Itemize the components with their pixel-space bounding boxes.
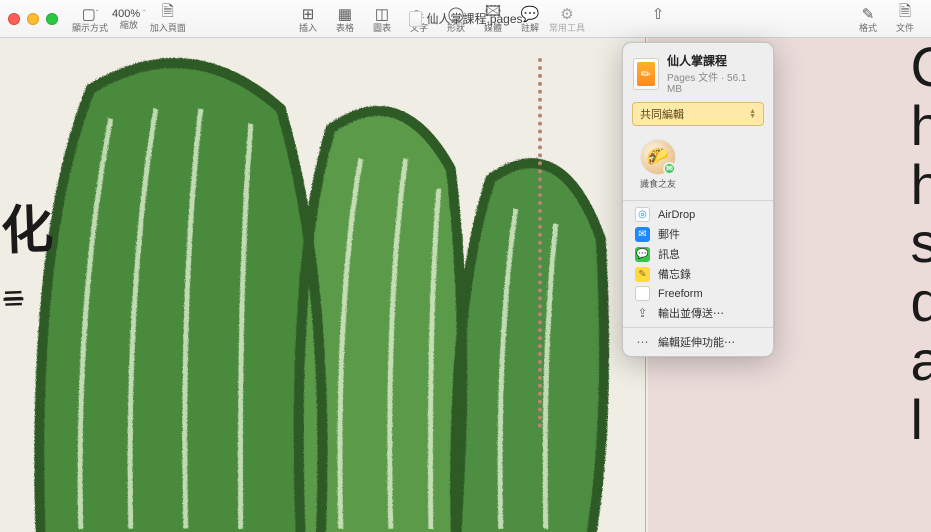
share-item-mail[interactable]: ✉ 郵件 [623,224,773,244]
popover-doc-title: 仙人掌課程 [667,52,763,69]
document-pane-icon: 🗎 [899,5,911,23]
gear-icon: ⚙ [560,5,573,23]
close-window-button[interactable] [8,13,20,25]
window-controls [8,13,58,25]
fullscreen-window-button[interactable] [46,13,58,25]
table-icon: ▦ [338,5,352,23]
share-item-edit-extensions[interactable]: ⋯ 編輯延伸功能⋯ [623,332,773,352]
avatar: ✉ [641,140,675,174]
share-item-export-send[interactable]: ⇪ 輸出並傳送⋯ [623,303,773,323]
contact-item[interactable]: ✉ 識食之友 [633,140,683,190]
chart-button[interactable]: ◫ 圖表 [364,1,400,37]
pages-document-icon [633,58,659,90]
body-text-sample: Chhsdal [911,38,931,450]
chevron-down-icon: ˇ [143,9,146,18]
cactus-illustration [0,38,650,532]
chart-icon: ◫ [375,5,389,23]
suggested-contacts: ✉ 識食之友 [623,134,773,200]
guide-line [538,58,542,428]
share-popover: 仙人掌課程 Pages 文件 · 56.1 MB 共同編輯 ▲▼ ✉ 識食之友 … [622,42,774,357]
brush-icon: ✎ [862,5,875,23]
document-title: 仙人掌課程.pages [408,10,522,27]
share-item-freeform[interactable]: ◐ Freeform [623,284,773,303]
add-page-button[interactable]: 🗎 加入頁面 [150,1,186,37]
messages-icon: 💬 [635,247,650,262]
add-page-icon: 🗎 [162,5,174,23]
popover-doc-meta: Pages 文件 · 56.1 MB [667,69,763,95]
popover-header: 仙人掌課程 Pages 文件 · 56.1 MB [623,43,773,102]
sidebar-icon: ▢ˇ [82,5,99,23]
messages-badge-icon: ✉ [663,162,676,175]
view-mode-button[interactable]: ▢ˇ 顯示方式 [72,1,108,37]
share-item-messages[interactable]: 💬 訊息 [623,244,773,264]
document-icon [408,11,421,27]
ellipsis-icon: ⋯ [635,335,650,350]
document-canvas[interactable]: 化 ≡ Chhsdal [0,38,931,532]
share-button[interactable]: ⇧ 分享 [640,1,676,37]
mail-icon: ✉ [635,227,650,242]
tools-button[interactable]: ⚙ 常用工具 [549,1,585,37]
share-apps-list: ◎ AirDrop ✉ 郵件 💬 訊息 ✎ 備忘錄 ◐ Freeform ⇪ 輸… [623,201,773,327]
insert-button[interactable]: ⊞ 插入 [290,1,326,37]
airdrop-icon: ◎ [635,207,650,222]
titlebar: ▢ˇ 顯示方式 400%ˇ 縮放 🗎 加入頁面 ⊞ 插入 ▦ 表格 ◫ 圖表 ⎁… [0,0,931,38]
share-item-notes[interactable]: ✎ 備忘錄 [623,264,773,284]
table-button[interactable]: ▦ 表格 [327,1,363,37]
share-icon: ⇧ [652,5,665,23]
handwriting-sample: 化 ≡ [0,187,56,323]
minimize-window-button[interactable] [27,13,39,25]
collab-label: 共同編輯 [640,106,684,122]
document-button[interactable]: 🗎 文件 [887,1,923,37]
format-button[interactable]: ✎ 格式 [850,1,886,37]
contact-name: 識食之友 [640,177,676,190]
export-icon: ⇪ [635,306,650,321]
share-item-airdrop[interactable]: ◎ AirDrop [623,205,773,224]
freeform-icon: ◐ [635,286,650,301]
zoom-button[interactable]: 400%ˇ 縮放 [110,1,148,37]
collaboration-mode-selector[interactable]: 共同編輯 ▲▼ [632,102,764,126]
notes-icon: ✎ [635,267,650,282]
insert-icon: ⊞ [302,5,315,23]
comment-icon: 💬 [521,5,540,23]
updown-chevron-icon: ▲▼ [749,109,756,119]
